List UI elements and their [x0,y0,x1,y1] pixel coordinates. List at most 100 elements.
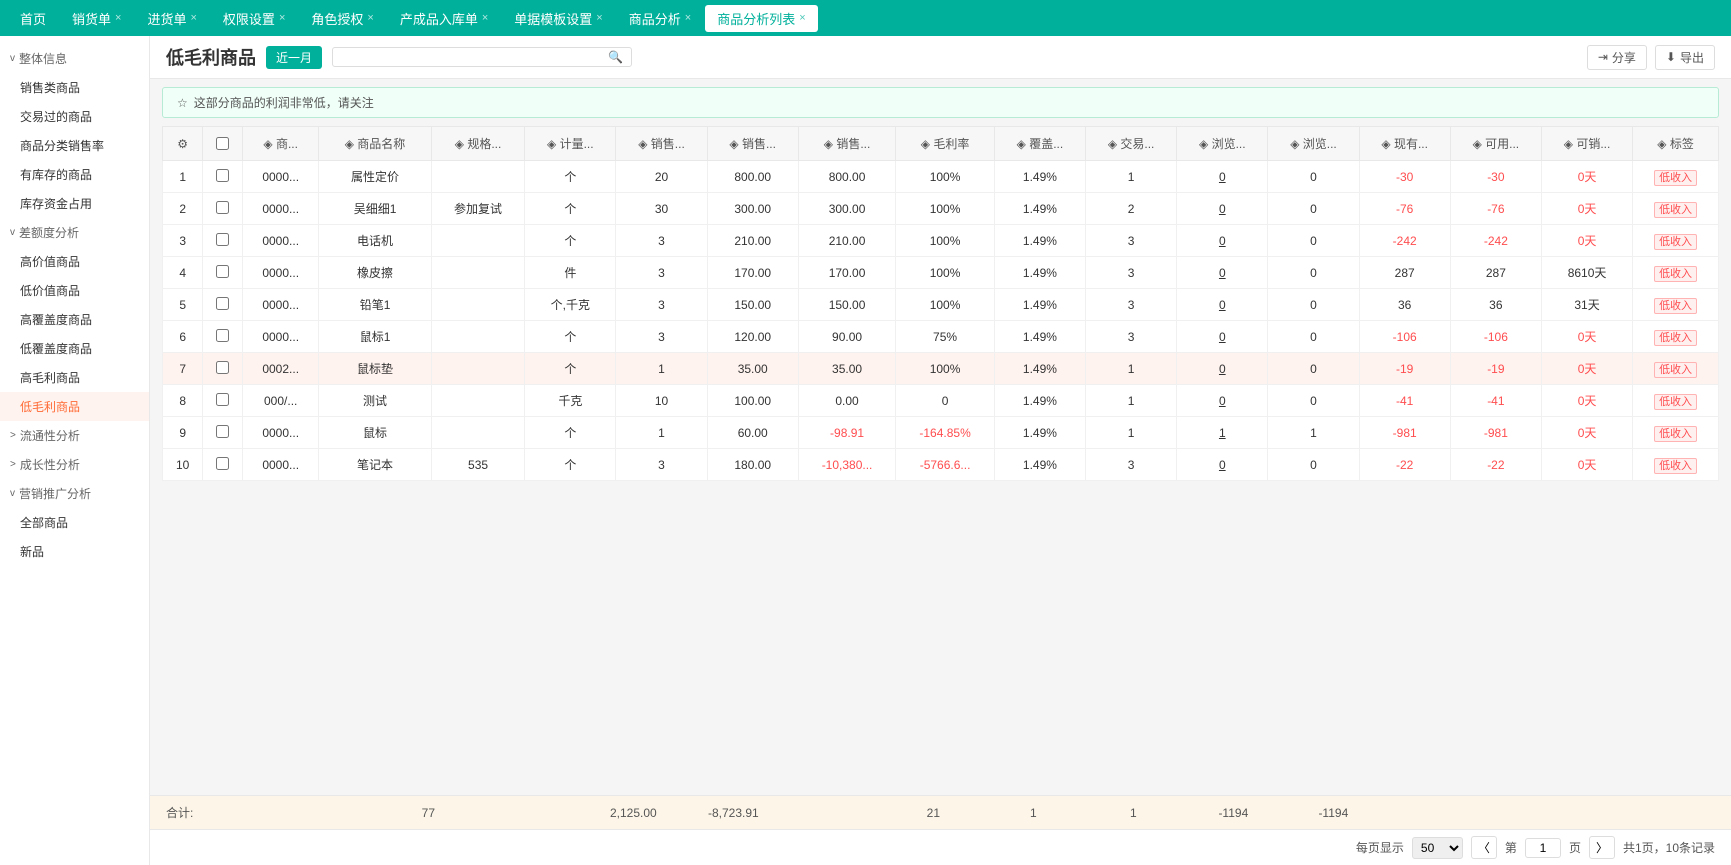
row-checkbox[interactable] [203,161,243,193]
row-checkbox[interactable] [203,289,243,321]
sidebar-item-低价值商品[interactable]: 低价值商品 [0,276,149,305]
row-select[interactable] [216,265,229,278]
nav-close-商品分析列表[interactable]: × [799,12,805,24]
row-select[interactable] [216,361,229,374]
sidebar-item-新品[interactable]: 新品 [0,537,149,566]
nav-close-权限设置[interactable]: × [279,12,285,24]
sidebar-item-有库存的商品[interactable]: 有库存的商品 [0,160,149,189]
sidebar-item-高覆盖度商品[interactable]: 高覆盖度商品 [0,305,149,334]
row-select[interactable] [216,233,229,246]
row-checkbox[interactable] [203,449,243,481]
nav-close-角色授权[interactable]: × [367,12,373,24]
col-browse1[interactable]: ◈ 浏览... [1177,127,1268,161]
sidebar-item-商品分类销售率[interactable]: 商品分类销售率 [0,131,149,160]
nav-close-产成品入库单[interactable]: × [482,12,488,24]
next-page-btn[interactable]: 〉 [1589,836,1615,859]
row-select[interactable] [216,425,229,438]
nav-item-权限设置[interactable]: 权限设置× [211,5,297,32]
per-page-select[interactable]: 50 100 200 [1412,837,1463,859]
sidebar-group-成长性分析[interactable]: > 成长性分析 [0,450,149,479]
nav-item-首页[interactable]: 首页 [8,5,58,32]
row-checkbox[interactable] [203,193,243,225]
nav-close-销货单[interactable]: × [115,12,121,24]
table-row: 4 0000... 橡皮擦 件 3 170.00 170.00 100% 1.4… [163,257,1719,289]
row-browse1[interactable]: 0 [1177,161,1268,193]
filter-btn[interactable]: 近一月 [266,46,322,69]
row-select[interactable] [216,329,229,342]
sidebar-item-交易过的商品[interactable]: 交易过的商品 [0,102,149,131]
nav-item-销货单[interactable]: 销货单× [60,5,133,32]
col-code[interactable]: ◈ 商... [243,127,319,161]
nav-item-商品分析[interactable]: 商品分析× [617,5,703,32]
row-browse1[interactable]: 0 [1177,193,1268,225]
nav-item-单据模板设置[interactable]: 单据模板设置× [502,5,614,32]
col-sales-amount[interactable]: ◈ 销售... [798,127,896,161]
col-saleable[interactable]: ◈ 可销... [1541,127,1632,161]
sidebar-item-全部商品[interactable]: 全部商品 [0,508,149,537]
row-select[interactable] [216,169,229,182]
col-gross-margin[interactable]: ◈ 毛利率 [896,127,995,161]
sidebar-group-流通性分析[interactable]: > 流通性分析 [0,421,149,450]
prev-page-btn[interactable]: 〈 [1471,836,1497,859]
row-select[interactable] [216,297,229,310]
col-current[interactable]: ◈ 现有... [1359,127,1450,161]
col-sales-qty[interactable]: ◈ 销售... [616,127,707,161]
col-spec[interactable]: ◈ 规格... [431,127,524,161]
sidebar-item-销售类商品[interactable]: 销售类商品 [0,73,149,102]
export-button[interactable]: ⬇ 导出 [1655,45,1715,70]
col-checkbox[interactable] [203,127,243,161]
row-select[interactable] [216,457,229,470]
col-unit[interactable]: ◈ 计量... [525,127,616,161]
nav-close-进货单[interactable]: × [190,12,196,24]
sidebar-item-低毛利商品[interactable]: 低毛利商品 [0,392,149,421]
col-settings[interactable]: ⚙ [163,127,203,161]
col-coverage[interactable]: ◈ 覆盖... [994,127,1085,161]
col-name[interactable]: ◈ 商品名称 [319,127,432,161]
row-browse1[interactable]: 0 [1177,321,1268,353]
row-browse1[interactable]: 0 [1177,257,1268,289]
sidebar-item-高价值商品[interactable]: 高价值商品 [0,247,149,276]
footer-sales-qty: 77 [273,806,583,820]
nav-item-产成品入库单[interactable]: 产成品入库单× [388,5,500,32]
sidebar-group-营销推广分析[interactable]: v 营销推广分析 [0,479,149,508]
select-all-checkbox[interactable] [216,137,229,150]
share-button[interactable]: ⇥ 分享 [1587,45,1647,70]
nav-close-单据模板设置[interactable]: × [596,12,602,24]
col-tag[interactable]: ◈ 标签 [1633,127,1719,161]
row-available: -981 [1450,417,1541,449]
row-checkbox[interactable] [203,225,243,257]
nav-item-角色授权[interactable]: 角色授权× [299,5,385,32]
page-input[interactable] [1525,838,1561,858]
nav-item-商品分析列表[interactable]: 商品分析列表× [705,5,817,32]
sidebar-item-高毛利商品[interactable]: 高毛利商品 [0,363,149,392]
row-browse1[interactable]: 0 [1177,289,1268,321]
row-select[interactable] [216,393,229,406]
row-checkbox[interactable] [203,417,243,449]
col-trade[interactable]: ◈ 交易... [1086,127,1177,161]
row-checkbox[interactable] [203,321,243,353]
row-browse1[interactable]: 1 [1177,417,1268,449]
sidebar-item-低覆盖度商品[interactable]: 低覆盖度商品 [0,334,149,363]
col-sales-price[interactable]: ◈ 销售... [707,127,798,161]
row-browse1[interactable]: 0 [1177,225,1268,257]
col-available[interactable]: ◈ 可用... [1450,127,1541,161]
row-checkbox[interactable] [203,257,243,289]
row-checkbox[interactable] [203,385,243,417]
sidebar-item-库存资金占用[interactable]: 库存资金占用 [0,189,149,218]
row-checkbox[interactable] [203,353,243,385]
row-browse1[interactable]: 0 [1177,449,1268,481]
row-select[interactable] [216,201,229,214]
nav-item-进货单[interactable]: 进货单× [135,5,208,32]
table-area[interactable]: ⚙ ◈ 商... ◈ 商品名称 ◈ 规格... ◈ 计量... ◈ 销售... … [162,126,1719,795]
col-browse2[interactable]: ◈ 浏览... [1268,127,1359,161]
sidebar-group-整体信息[interactable]: v 整体信息 [0,44,149,73]
row-tag: 低收入 [1633,385,1719,417]
nav-close-商品分析[interactable]: × [685,12,691,24]
row-browse1[interactable]: 0 [1177,385,1268,417]
row-gross-margin: 100% [896,161,995,193]
search-input[interactable] [341,50,608,64]
row-browse1[interactable]: 0 [1177,353,1268,385]
content-header: 低毛利商品 近一月 🔍 ⇥ 分享 ⬇ 导出 [150,36,1731,79]
row-sales-qty: 1 [616,417,707,449]
sidebar-group-差额度分析[interactable]: v 差额度分析 [0,218,149,247]
